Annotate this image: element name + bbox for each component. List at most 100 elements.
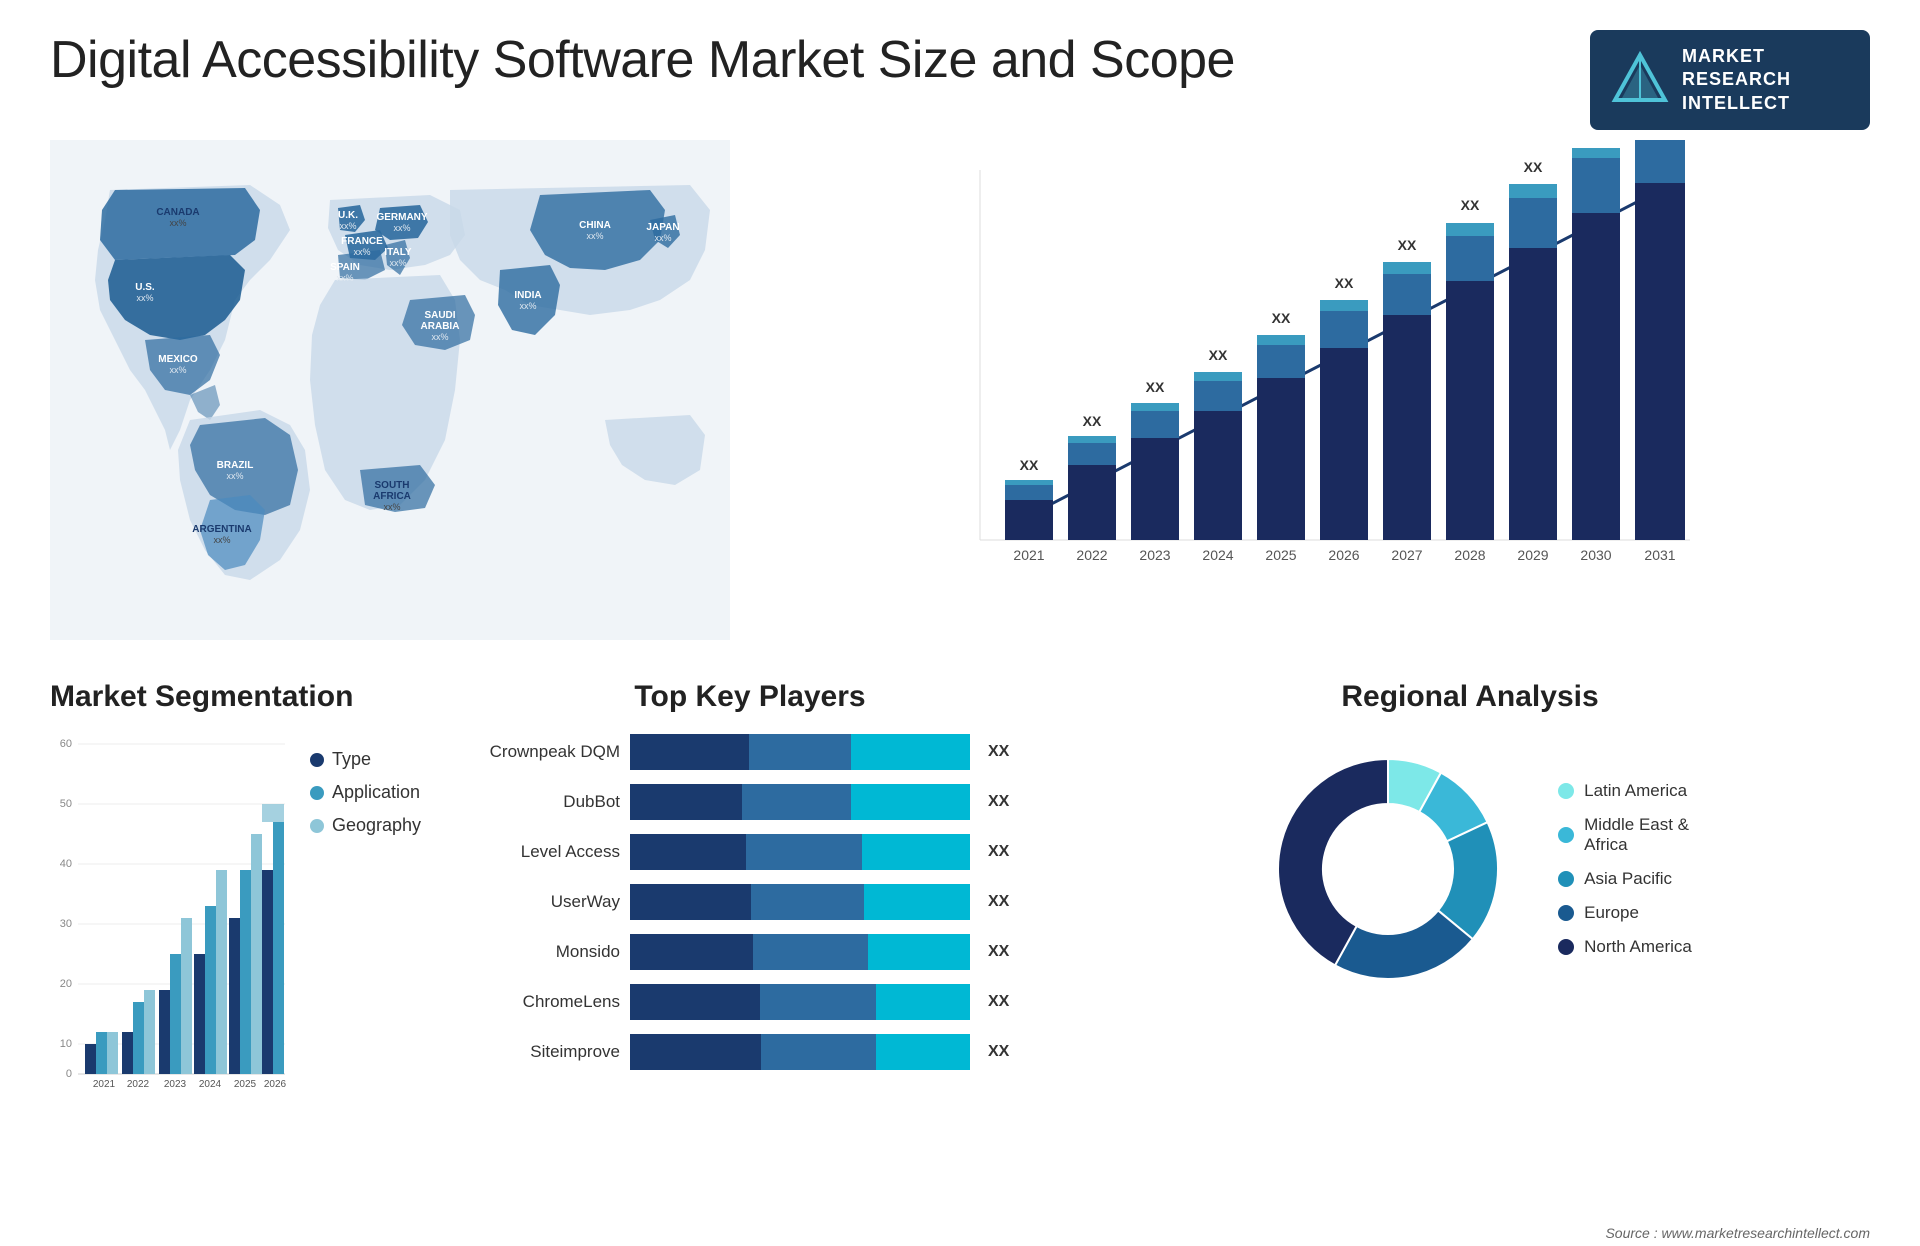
svg-text:AFRICA: AFRICA [373, 491, 411, 502]
svg-text:MEXICO: MEXICO [158, 354, 198, 365]
bar-segment-1 [630, 984, 760, 1020]
page-title: Digital Accessibility Software Market Si… [50, 30, 1235, 90]
svg-text:FRANCE: FRANCE [341, 236, 383, 247]
legend-dot-geography [310, 819, 324, 833]
player-row: ChromeLens XX [460, 984, 1040, 1020]
svg-text:60: 60 [60, 738, 72, 750]
svg-text:xx%: xx% [519, 301, 536, 311]
svg-text:xx%: xx% [169, 365, 186, 375]
player-bar-container [630, 834, 970, 870]
svg-text:xx%: xx% [169, 218, 186, 228]
svg-text:2021: 2021 [1013, 547, 1044, 563]
bar-segment-3 [864, 884, 970, 920]
svg-text:U.S.: U.S. [135, 282, 155, 293]
svg-text:ITALY: ITALY [384, 247, 412, 258]
bar-segment-3 [851, 734, 970, 770]
player-value: XX [988, 893, 1009, 911]
player-value: XX [988, 843, 1009, 861]
bar-segment-1 [630, 884, 751, 920]
regional-donut-chart [1248, 729, 1528, 1009]
svg-text:SOUTH: SOUTH [375, 480, 410, 491]
regional-section: Regional Analysis Latin America Middle E… [1070, 680, 1870, 1210]
svg-text:XX: XX [1083, 413, 1102, 429]
svg-text:2024: 2024 [199, 1079, 222, 1089]
svg-text:2022: 2022 [1076, 547, 1107, 563]
players-section: Top Key Players Crownpeak DQM XX DubBot [460, 680, 1040, 1210]
player-row: Crownpeak DQM XX [460, 734, 1040, 770]
player-bar-container [630, 1034, 970, 1070]
legend-label-type: Type [332, 749, 371, 770]
bar-segment-2 [760, 984, 876, 1020]
regional-legend-label: North America [1584, 937, 1692, 957]
regional-legend-dot [1558, 783, 1574, 799]
bar-segment-2 [746, 834, 862, 870]
player-value: XX [988, 943, 1009, 961]
player-bar-container [630, 734, 970, 770]
svg-text:XX: XX [1461, 197, 1480, 213]
bar-segment-2 [753, 934, 868, 970]
svg-text:10: 10 [60, 1038, 72, 1050]
legend-label-geography: Geography [332, 815, 421, 836]
svg-text:JAPAN: JAPAN [646, 222, 679, 233]
legend-item-geography: Geography [310, 815, 421, 836]
svg-text:xx%: xx% [383, 502, 400, 512]
svg-text:2023: 2023 [164, 1079, 187, 1089]
regional-legend-label: Latin America [1584, 781, 1687, 801]
player-name: ChromeLens [460, 992, 620, 1012]
world-map: CANADA xx% U.S. xx% MEXICO xx% BRAZIL xx… [50, 140, 730, 640]
player-value: XX [988, 993, 1009, 1011]
svg-text:xx%: xx% [339, 221, 356, 231]
svg-text:2024: 2024 [1202, 547, 1233, 563]
legend-item-application: Application [310, 782, 421, 803]
bar-segment-1 [630, 1034, 761, 1070]
svg-text:U.K.: U.K. [338, 210, 358, 221]
svg-text:ARGENTINA: ARGENTINA [192, 524, 251, 535]
svg-text:2025: 2025 [1265, 547, 1296, 563]
player-bar [630, 884, 970, 920]
regional-title: Regional Analysis [1070, 680, 1870, 714]
bar-segment-2 [749, 734, 851, 770]
svg-text:GERMANY: GERMANY [376, 212, 427, 223]
player-row: Siteimprove XX [460, 1034, 1040, 1070]
player-bar-container [630, 934, 970, 970]
svg-text:2026: 2026 [1328, 547, 1359, 563]
svg-text:xx%: xx% [431, 332, 448, 342]
player-row: DubBot XX [460, 784, 1040, 820]
legend-dot-type [310, 753, 324, 767]
player-bar [630, 734, 970, 770]
svg-text:2023: 2023 [1139, 547, 1170, 563]
svg-text:2027: 2027 [1391, 547, 1422, 563]
bar-segment-2 [742, 784, 851, 820]
regional-legend-item: Middle East & Africa [1558, 815, 1692, 855]
regional-legend-dot [1558, 827, 1574, 843]
player-name: Level Access [460, 842, 620, 862]
player-bar [630, 984, 970, 1020]
bar-segment-2 [761, 1034, 876, 1070]
regional-legend-item: Asia Pacific [1558, 869, 1692, 889]
player-bar [630, 934, 970, 970]
svg-text:2029: 2029 [1517, 547, 1548, 563]
svg-text:xx%: xx% [353, 247, 370, 257]
header: Digital Accessibility Software Market Si… [0, 0, 1920, 140]
player-bar-container [630, 984, 970, 1020]
bar-segment-1 [630, 934, 753, 970]
svg-text:BRAZIL: BRAZIL [217, 460, 254, 471]
bar-segment-1 [630, 834, 746, 870]
bar-segment-3 [851, 784, 970, 820]
regional-legend-item: North America [1558, 937, 1692, 957]
player-bar [630, 784, 970, 820]
svg-text:40: 40 [60, 858, 72, 870]
regional-legend-label: Asia Pacific [1584, 869, 1672, 889]
svg-text:XX: XX [1335, 275, 1354, 291]
svg-text:XX: XX [1146, 379, 1165, 395]
svg-text:2022: 2022 [127, 1079, 150, 1089]
regional-legend-label: Middle East & Africa [1584, 815, 1689, 855]
svg-text:INDIA: INDIA [514, 290, 541, 301]
svg-text:xx%: xx% [389, 258, 406, 268]
player-row: Level Access XX [460, 834, 1040, 870]
svg-text:XX: XX [1587, 140, 1606, 143]
player-bar [630, 834, 970, 870]
svg-text:xx%: xx% [393, 223, 410, 233]
svg-text:2021: 2021 [93, 1079, 116, 1089]
player-name: Siteimprove [460, 1042, 620, 1062]
